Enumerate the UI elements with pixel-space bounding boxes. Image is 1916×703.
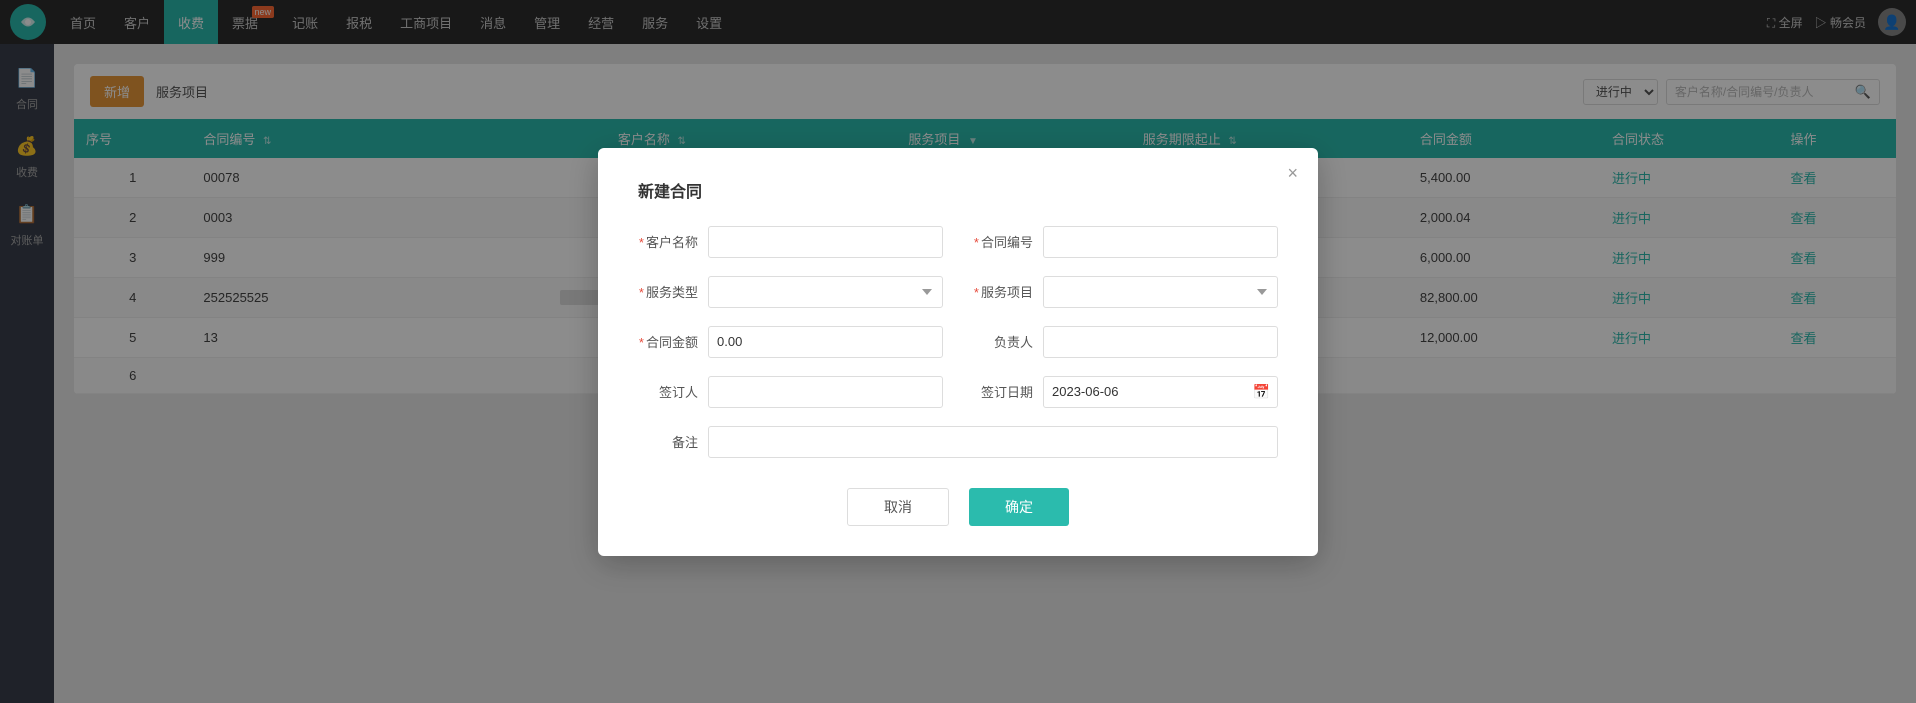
signer-input[interactable] bbox=[708, 376, 943, 408]
form-grid: *客户名称 *合同编号 *服务类型 *服 bbox=[638, 226, 1278, 458]
service-item-select[interactable] bbox=[1043, 276, 1278, 308]
confirm-button[interactable]: 确定 bbox=[969, 488, 1069, 526]
form-row-contract-no: *合同编号 bbox=[973, 226, 1278, 258]
form-row-note: 备注 bbox=[638, 426, 1278, 458]
amount-input[interactable] bbox=[708, 326, 943, 358]
signer-label: 签订人 bbox=[638, 382, 698, 401]
customer-name-label: *客户名称 bbox=[638, 232, 698, 251]
service-type-select[interactable] bbox=[708, 276, 943, 308]
form-row-service-item: *服务项目 bbox=[973, 276, 1278, 308]
cancel-button[interactable]: 取消 bbox=[847, 488, 949, 526]
service-item-label: *服务项目 bbox=[973, 282, 1033, 301]
form-row-sign-date: 签订日期 📅 bbox=[973, 376, 1278, 408]
sign-date-input[interactable] bbox=[1043, 376, 1278, 408]
sign-date-label: 签订日期 bbox=[973, 382, 1033, 401]
customer-name-input[interactable] bbox=[708, 226, 943, 258]
modal-footer: 取消 确定 bbox=[638, 488, 1278, 526]
form-row-customer: *客户名称 bbox=[638, 226, 943, 258]
form-row-service-type: *服务类型 bbox=[638, 276, 943, 308]
form-row-responsible: 负责人 bbox=[973, 326, 1278, 358]
note-label: 备注 bbox=[638, 432, 698, 451]
responsible-input[interactable] bbox=[1043, 326, 1278, 358]
responsible-label: 负责人 bbox=[973, 332, 1033, 351]
date-wrapper: 📅 bbox=[1043, 376, 1278, 408]
form-row-amount: *合同金额 bbox=[638, 326, 943, 358]
modal-new-contract: × 新建合同 *客户名称 *合同编号 *服务类型 bbox=[598, 148, 1318, 556]
modal-overlay[interactable]: × 新建合同 *客户名称 *合同编号 *服务类型 bbox=[0, 0, 1916, 703]
contract-no-label: *合同编号 bbox=[973, 232, 1033, 251]
modal-title: 新建合同 bbox=[638, 178, 1278, 202]
amount-label: *合同金额 bbox=[638, 332, 698, 351]
service-type-label: *服务类型 bbox=[638, 282, 698, 301]
note-input[interactable] bbox=[708, 426, 1278, 458]
contract-no-input[interactable] bbox=[1043, 226, 1278, 258]
modal-close-button[interactable]: × bbox=[1287, 164, 1298, 182]
form-row-signer: 签订人 bbox=[638, 376, 943, 408]
